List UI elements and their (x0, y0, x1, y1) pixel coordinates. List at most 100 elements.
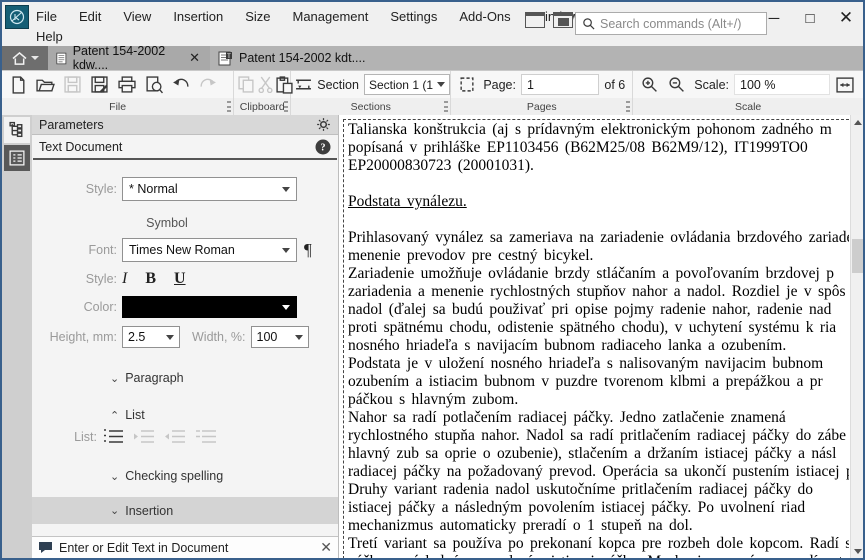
new-document-button[interactable] (6, 73, 31, 97)
bold-button[interactable]: B (145, 270, 156, 288)
paragraph-style-select[interactable]: * Normal (122, 177, 297, 201)
list-indent-button[interactable] (133, 428, 155, 445)
doc-line: Druhy variant radenia nadol uskutočníme … (348, 481, 849, 499)
group-grip[interactable] (444, 101, 448, 112)
pilcrow-icon[interactable]: ¶ (304, 240, 312, 260)
structure-tree-button[interactable] (4, 117, 30, 143)
print-preview-button[interactable] (141, 73, 166, 97)
scroll-up-button[interactable] (851, 115, 863, 129)
undo-button[interactable] (168, 73, 193, 97)
menu-item-add-ons[interactable]: Add-Ons (459, 9, 510, 24)
tab-patent-kdw[interactable]: Patent 154-2002 kdw.... ✕ (48, 46, 210, 70)
parameters-panel: Parameters Text Document ? Style: * Norm… (32, 115, 339, 558)
group-label-sections: Sections (351, 101, 391, 113)
app-logo-icon[interactable] (5, 5, 29, 29)
tab-close-icon[interactable]: ✕ (187, 50, 202, 66)
section-paragraph[interactable]: ⌄ Paragraph (32, 371, 338, 385)
document-area[interactable]: Talianska konštrukcia (aj s prídavným el… (339, 115, 863, 558)
page-label: Page: (483, 78, 516, 92)
menu-item-help[interactable]: Help (36, 29, 63, 44)
close-button[interactable]: ✕ (837, 8, 855, 28)
font-select[interactable]: Times New Roman (122, 238, 297, 262)
group-label-scale: Scale (735, 101, 761, 113)
zoom-in-button[interactable] (637, 73, 662, 97)
vertical-scrollbar[interactable] (850, 115, 863, 558)
group-grip[interactable] (626, 101, 630, 112)
search-icon (582, 17, 595, 30)
page-icon (455, 73, 478, 97)
list-remove-button[interactable] (195, 428, 217, 445)
window-preview-icon[interactable] (553, 12, 573, 28)
section-label: Checking spelling (125, 469, 223, 483)
numbered-list-button[interactable] (102, 428, 124, 445)
doc-line: Podstata je v uložení nosného hriadeľa s… (348, 355, 849, 373)
menu-item-view[interactable]: View (123, 9, 151, 24)
section-select[interactable]: Section 1 (1) (364, 74, 450, 95)
status-close-icon[interactable]: ✕ (320, 539, 332, 556)
speech-bubble-icon (38, 541, 53, 554)
group-grip[interactable] (227, 101, 231, 112)
underline-button[interactable]: U (174, 270, 186, 288)
font-color-select[interactable] (122, 296, 297, 318)
document-tab-bar: Patent 154-2002 kdw.... ✕ T Patent 154-2… (2, 46, 863, 70)
section-button-label[interactable]: Section (317, 78, 359, 92)
menu-item-settings[interactable]: Settings (390, 9, 437, 24)
fit-width-button[interactable] (832, 73, 857, 97)
doc-line: radiacej páčky na požadovaný prevod. Ope… (348, 463, 849, 481)
doc-line: proti spätnému chodu, odistenie spätného… (348, 319, 849, 337)
section-button-icon[interactable] (295, 73, 312, 97)
menu-item-edit[interactable]: Edit (79, 9, 101, 24)
section-checking-spelling[interactable]: ⌄ Checking spelling (32, 469, 338, 483)
width-select[interactable]: 100 (251, 326, 309, 348)
width-value: 100 (257, 330, 278, 344)
menu-item-size[interactable]: Size (245, 9, 270, 24)
doc-line: istiacej páčky a následným povolením ist… (348, 499, 849, 517)
maximize-button[interactable]: □ (801, 10, 819, 27)
italic-button[interactable]: I (122, 270, 127, 288)
open-button[interactable] (33, 73, 58, 97)
group-label-clipboard: Clipboard (240, 101, 285, 113)
scrollbar-thumb[interactable] (852, 239, 863, 273)
tab-patent-kdt[interactable]: T Patent 154-2002 kdt.... (210, 46, 410, 70)
text-frame[interactable]: Talianska konštrukcia (aj s prídavným el… (343, 119, 849, 558)
symbol-heading: Symbol (32, 216, 302, 230)
style-label: Style: (36, 182, 122, 196)
group-grip[interactable] (284, 101, 288, 112)
doc-line: EP20000830723 (20001031). (348, 157, 849, 175)
save-button[interactable] (60, 73, 85, 97)
height-select[interactable]: 2.5 (122, 326, 180, 348)
save-as-button[interactable] (87, 73, 112, 97)
doc-line: páčky a následným povolením istiacej páč… (348, 553, 849, 558)
minimize-button[interactable]: ─ (765, 10, 783, 27)
status-text: Enter or Edit Text in Document (59, 541, 228, 555)
chevron-up-icon: ⌃ (110, 409, 119, 422)
menu-item-insertion[interactable]: Insertion (173, 9, 223, 24)
tabbar-filler (410, 46, 863, 70)
command-search-input[interactable]: Search commands (Alt+/) (575, 12, 767, 35)
window-layout-icon[interactable] (525, 12, 545, 28)
chevron-down-icon (437, 82, 445, 87)
redo-button[interactable] (195, 73, 220, 97)
help-icon[interactable]: ? (315, 139, 331, 155)
cut-button[interactable] (257, 73, 274, 97)
section-insertion[interactable]: ⌄ Insertion (32, 497, 338, 524)
parameters-panel-button[interactable] (4, 145, 30, 171)
home-icon (12, 52, 27, 65)
list-outdent-button[interactable] (164, 428, 186, 445)
gear-icon[interactable] (316, 117, 331, 132)
tab-label: Patent 154-2002 kdt.... (239, 51, 365, 65)
chevron-down-icon (282, 187, 290, 192)
page-number-input[interactable]: 1 (521, 74, 599, 95)
copy-button[interactable] (238, 73, 255, 97)
menu-item-management[interactable]: Management (292, 9, 368, 24)
print-button[interactable] (114, 73, 139, 97)
scale-input[interactable]: 100 % (734, 74, 830, 95)
home-button[interactable] (2, 46, 48, 70)
chevron-down-icon: ⌄ (110, 504, 119, 517)
panel-switch-strip (2, 115, 32, 558)
scroll-down-button[interactable] (851, 544, 863, 558)
svg-text:T: T (227, 54, 231, 60)
menu-item-file[interactable]: File (36, 9, 57, 24)
section-list[interactable]: ⌃ List (32, 408, 338, 422)
zoom-out-button[interactable] (664, 73, 689, 97)
